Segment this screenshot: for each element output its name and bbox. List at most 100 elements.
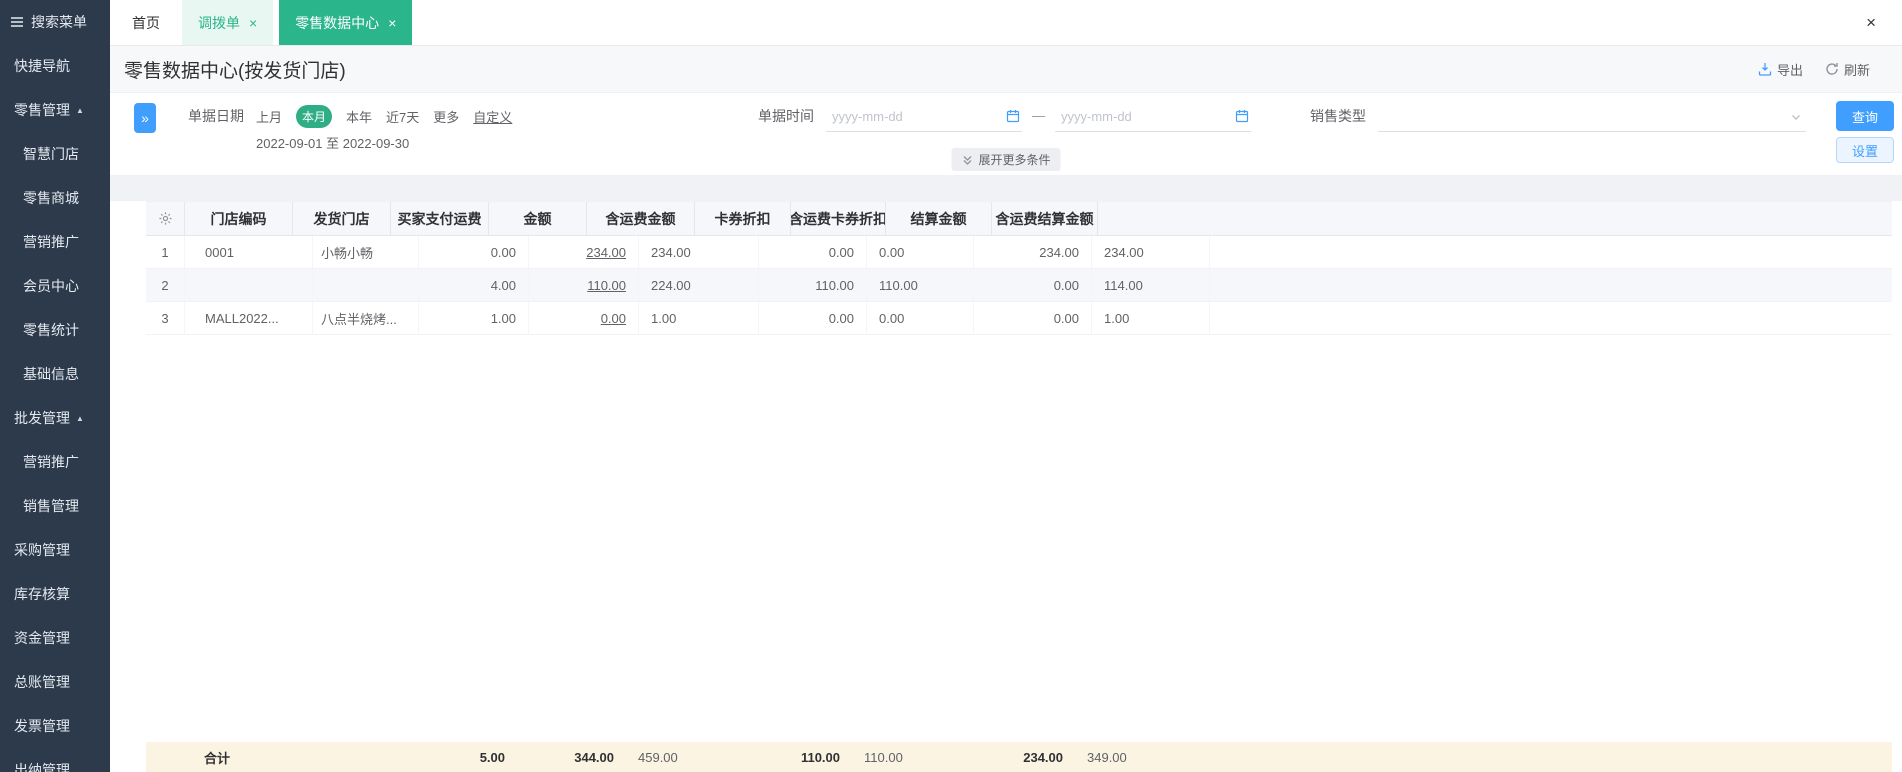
total-settle-amount-with-shipping: 349.00 (1087, 749, 1127, 765)
quick-option-last-month[interactable]: 上月 (256, 107, 282, 126)
sidebar-item-cashier-mgmt[interactable]: 出纳管理 (0, 748, 110, 772)
quick-option-more[interactable]: 更多 (433, 107, 459, 126)
col-header-store-code: 门店编码 (185, 202, 293, 235)
cell-coupon-discount: 110.00 (759, 269, 867, 301)
calendar-icon[interactable] (1235, 109, 1249, 123)
sidebar-item-sales-mgmt[interactable]: 销售管理 (0, 484, 110, 528)
quick-option-last-7-days[interactable]: 近7天 (386, 107, 419, 126)
quick-option-custom[interactable]: 自定义 (473, 107, 512, 126)
col-header-filler (1098, 202, 1892, 235)
sales-type-label: 销售类型 (1310, 108, 1366, 124)
sidebar-item-invoice-mgmt[interactable]: 发票管理 (0, 704, 110, 748)
tab-label: 调拨单 (198, 14, 240, 31)
amount-link[interactable]: 234.00 (586, 245, 626, 260)
total-cell-empty (146, 742, 184, 772)
close-icon[interactable]: × (249, 16, 257, 30)
cell-settle-amount-with-shipping: 234.00 (1092, 236, 1210, 268)
cell-amount: 110.00 (529, 269, 639, 301)
cell-ship-store (313, 269, 419, 301)
table-row[interactable]: 1 0001 小畅小畅 0.00 234.00 234.00 0.00 0.00… (146, 236, 1892, 269)
calendar-icon[interactable] (1006, 109, 1020, 123)
double-chevron-down-icon (963, 155, 972, 165)
filter-group-time: 单据时间 — (758, 101, 1310, 132)
col-header-ship-store: 发货门店 (293, 202, 391, 235)
range-separator: — (1032, 108, 1045, 123)
tab-retail-data-center[interactable]: 零售数据中心 × (279, 0, 413, 45)
sidebar-item-label: 基础信息 (23, 366, 79, 382)
col-header-amount: 金额 (489, 202, 587, 235)
expand-more-button[interactable]: 展开更多条件 (951, 148, 1061, 171)
total-label: 合计 (204, 750, 231, 766)
close-icon[interactable]: × (388, 16, 396, 30)
arrow-up-icon: ▲ (76, 105, 84, 115)
col-header-coupon-discount-with-shipping: 含运费卡券折扣 (791, 202, 886, 235)
cell-ship-store: 小畅小畅 (313, 236, 419, 268)
sidebar-item-retail-mall[interactable]: 零售商城 (0, 176, 110, 220)
cell-coupon-discount-with-shipping: 110.00 (867, 269, 974, 301)
arrow-up-icon: ▲ (76, 413, 84, 423)
quick-option-this-year[interactable]: 本年 (346, 107, 372, 126)
cell-buyer-shipping-fee: 1.00 (419, 302, 529, 334)
total-buyer-shipping-fee: 5.00 (479, 749, 505, 765)
sidebar-item-label: 销售管理 (23, 498, 79, 514)
sidebar-section-wholesale[interactable]: 批发管理 ▲ (0, 396, 110, 440)
total-coupon-discount: 110.00 (800, 749, 840, 765)
sidebar-item-label: 出纳管理 (14, 762, 70, 772)
table-row[interactable]: 2 4.00 110.00 224.00 110.00 110.00 0.00 … (146, 269, 1892, 302)
column-settings-gear[interactable] (146, 202, 185, 235)
cell-amount: 234.00 (529, 236, 639, 268)
total-amount-with-shipping: 459.00 (638, 749, 678, 765)
page-actions: 导出 刷新 (1758, 60, 1870, 79)
tab-transfer-order[interactable]: 调拨单 × (182, 0, 274, 45)
col-header-amount-with-shipping: 含运费金额 (587, 202, 695, 235)
refresh-button[interactable]: 刷新 (1825, 60, 1870, 79)
cell-ship-store: 八点半烧烤... (313, 302, 419, 334)
export-button[interactable]: 导出 (1758, 60, 1803, 79)
order-time-from-input[interactable] (826, 108, 998, 124)
sidebar-item-wholesale-marketing[interactable]: 营销推广 (0, 440, 110, 484)
sidebar-item-marketing-promo[interactable]: 营销推广 (0, 220, 110, 264)
order-time-to-input[interactable] (1055, 108, 1227, 124)
close-icon[interactable]: × (1866, 0, 1876, 45)
cell-coupon-discount: 0.00 (759, 236, 867, 268)
total-settle-amount: 234.00 (1023, 749, 1063, 765)
sidebar-section-retail[interactable]: 零售管理 ▲ (0, 88, 110, 132)
page-header: 零售数据中心(按发货门店) 导出 刷新 (110, 46, 1902, 93)
amount-link[interactable]: 0.00 (601, 311, 626, 326)
tab-home[interactable]: 首页 (116, 0, 176, 45)
sidebar-item-search-menu[interactable]: 搜索菜单 (0, 0, 110, 44)
table-row[interactable]: 3 MALL2022... 八点半烧烤... 1.00 0.00 1.00 0.… (146, 302, 1892, 335)
sidebar-item-label: 采购管理 (14, 542, 70, 558)
sidebar-item-quick-nav[interactable]: 快捷导航 (0, 44, 110, 88)
main-area: 首页 调拨单 × 零售数据中心 × × 零售数据中心(按发货门店) 导出 刷新 … (110, 0, 1902, 772)
selected-date-range: 2022-09-01 至 2022-09-30 (256, 136, 410, 151)
cell-settle-amount: 0.00 (974, 302, 1092, 334)
sidebar-item-purchase-mgmt[interactable]: 采购管理 (0, 528, 110, 572)
amount-link[interactable]: 110.00 (587, 278, 626, 293)
sidebar-item-retail-stats[interactable]: 零售统计 (0, 308, 110, 352)
sidebar-item-funds-mgmt[interactable]: 资金管理 (0, 616, 110, 660)
search-button[interactable]: 查询 (1836, 101, 1894, 131)
page-title: 零售数据中心(按发货门店) (124, 60, 346, 82)
sidebar-item-label: 智慧门店 (23, 146, 79, 162)
time-filter-label: 单据时间 (758, 108, 814, 124)
tab-label: 零售数据中心 (295, 14, 380, 31)
sidebar-item-member-center[interactable]: 会员中心 (0, 264, 110, 308)
filter-group-date: 单据日期 上月 本月 本年 近7天 更多 自定义 2022-09-01 至 20… (188, 101, 758, 152)
cell-store-code (185, 269, 313, 301)
sidebar-item-smart-store[interactable]: 智慧门店 (0, 132, 110, 176)
sidebar-item-basic-info[interactable]: 基础信息 (0, 352, 110, 396)
quick-option-this-month[interactable]: 本月 (296, 104, 333, 128)
col-header-coupon-discount: 卡券折扣 (695, 202, 791, 235)
collapse-filter-button[interactable]: » (134, 103, 156, 133)
settings-button[interactable]: 设置 (1836, 137, 1894, 163)
expand-more-label: 展开更多条件 (978, 153, 1051, 167)
total-cell-empty (311, 742, 408, 772)
row-index: 3 (146, 302, 185, 334)
cell-settle-amount: 234.00 (974, 236, 1092, 268)
sales-type-select[interactable] (1378, 101, 1806, 132)
table-empty-space (146, 335, 1892, 742)
cell-filler (1210, 236, 1892, 268)
sidebar-item-general-ledger[interactable]: 总账管理 (0, 660, 110, 704)
sidebar-item-inventory-accounting[interactable]: 库存核算 (0, 572, 110, 616)
